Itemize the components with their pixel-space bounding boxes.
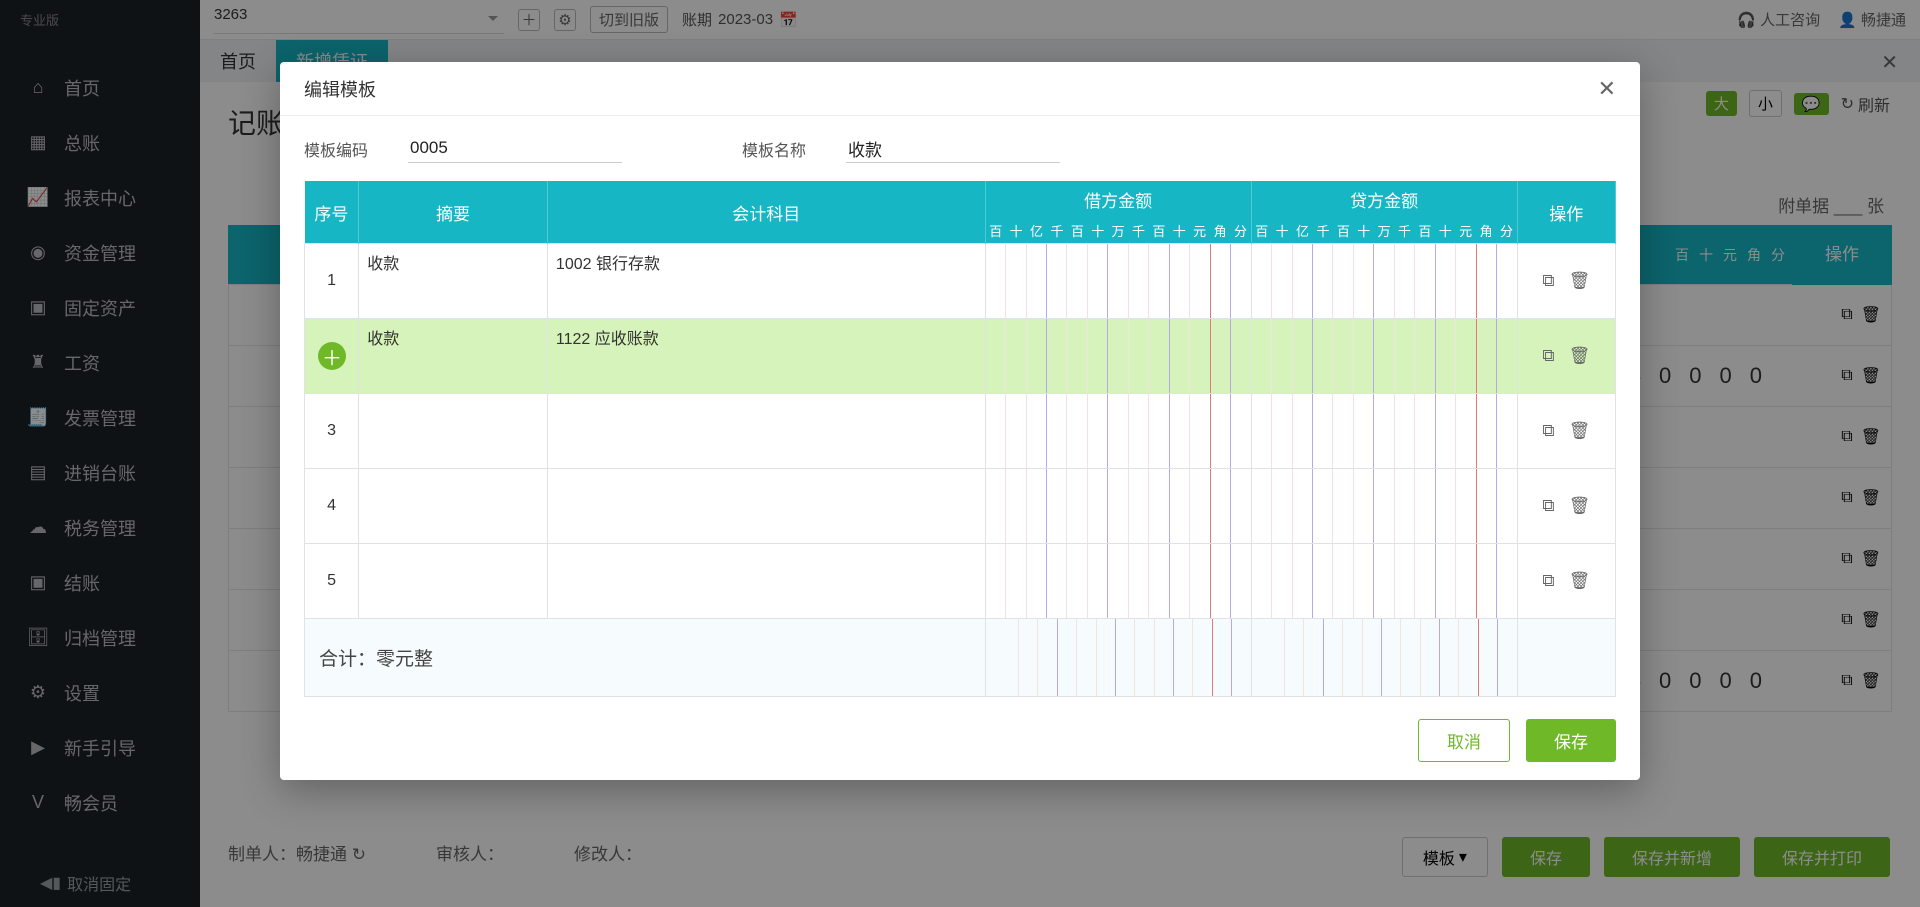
th-summary: 摘要 [359,181,548,244]
seq-cell: 4 [305,469,359,544]
total-op [1517,619,1615,697]
table-row[interactable]: 4⧉🗑 [305,469,1616,544]
table-row[interactable]: ＋收款1122 应收账款⧉🗑 [305,319,1616,394]
op-cell: ⧉🗑 [1517,544,1615,619]
credit-cell[interactable] [1251,244,1517,319]
debit-cell[interactable] [985,244,1251,319]
modal-cancel-button[interactable]: 取消 [1418,719,1510,762]
op-cell: ⧉🗑 [1517,244,1615,319]
summary-cell[interactable] [359,394,548,469]
subject-cell[interactable] [547,394,985,469]
debit-cell[interactable] [985,544,1251,619]
table-row[interactable]: 3⧉🗑 [305,394,1616,469]
th-subject: 会计科目 [547,181,985,244]
add-row-button[interactable]: ＋ [318,342,346,370]
total-label: 合计：零元整 [305,619,986,697]
edit-template-modal: 编辑模板 ✕ 模板编码 模板名称 序号 摘要 会计科目 借方金额 贷方金额 [280,62,1640,780]
copy-row-icon[interactable]: ⧉ [1542,271,1554,291]
copy-row-icon[interactable]: ⧉ [1542,496,1554,516]
total-debit [985,619,1251,697]
th-seq: 序号 [305,181,359,244]
th-op: 操作 [1517,181,1615,244]
copy-row-icon[interactable]: ⧉ [1542,421,1554,441]
modal-title: 编辑模板 [304,76,376,102]
seq-cell: ＋ [305,319,359,394]
th-debit: 借方金额 [985,181,1251,218]
summary-cell[interactable] [359,544,548,619]
delete-row-icon[interactable]: 🗑 [1569,571,1591,591]
modal-save-button[interactable]: 保存 [1526,719,1616,762]
th-credit: 贷方金额 [1251,181,1517,218]
op-cell: ⧉🗑 [1517,394,1615,469]
th-credit-units: 百十亿千百十万千百十元角分 [1251,218,1517,244]
subject-cell[interactable] [547,469,985,544]
th-debit-units: 百十亿千百十万千百十元角分 [985,218,1251,244]
op-cell: ⧉🗑 [1517,469,1615,544]
template-name-input[interactable] [846,134,1060,163]
op-cell: ⧉🗑 [1517,319,1615,394]
credit-cell[interactable] [1251,319,1517,394]
delete-row-icon[interactable]: 🗑 [1569,271,1591,291]
debit-cell[interactable] [985,394,1251,469]
template-table: 序号 摘要 会计科目 借方金额 贷方金额 操作 百十亿千百十万千百十元角分 百十… [304,181,1616,697]
name-label: 模板名称 [742,137,806,161]
delete-row-icon[interactable]: 🗑 [1569,346,1591,366]
table-row[interactable]: 5⧉🗑 [305,544,1616,619]
debit-cell[interactable] [985,469,1251,544]
debit-cell[interactable] [985,319,1251,394]
subject-cell[interactable] [547,544,985,619]
summary-cell[interactable]: 收款 [359,319,548,394]
subject-cell[interactable]: 1122 应收账款 [547,319,985,394]
copy-row-icon[interactable]: ⧉ [1542,346,1554,366]
credit-cell[interactable] [1251,469,1517,544]
subject-cell[interactable]: 1002 银行存款 [547,244,985,319]
table-row[interactable]: 1收款1002 银行存款⧉🗑 [305,244,1616,319]
total-credit [1251,619,1517,697]
seq-cell: 3 [305,394,359,469]
seq-cell: 1 [305,244,359,319]
template-code-input[interactable] [408,134,622,163]
delete-row-icon[interactable]: 🗑 [1569,421,1591,441]
modal-close-button[interactable]: ✕ [1598,76,1616,102]
credit-cell[interactable] [1251,394,1517,469]
delete-row-icon[interactable]: 🗑 [1569,496,1591,516]
copy-row-icon[interactable]: ⧉ [1542,571,1554,591]
seq-cell: 5 [305,544,359,619]
credit-cell[interactable] [1251,544,1517,619]
summary-cell[interactable] [359,469,548,544]
code-label: 模板编码 [304,137,368,161]
summary-cell[interactable]: 收款 [359,244,548,319]
